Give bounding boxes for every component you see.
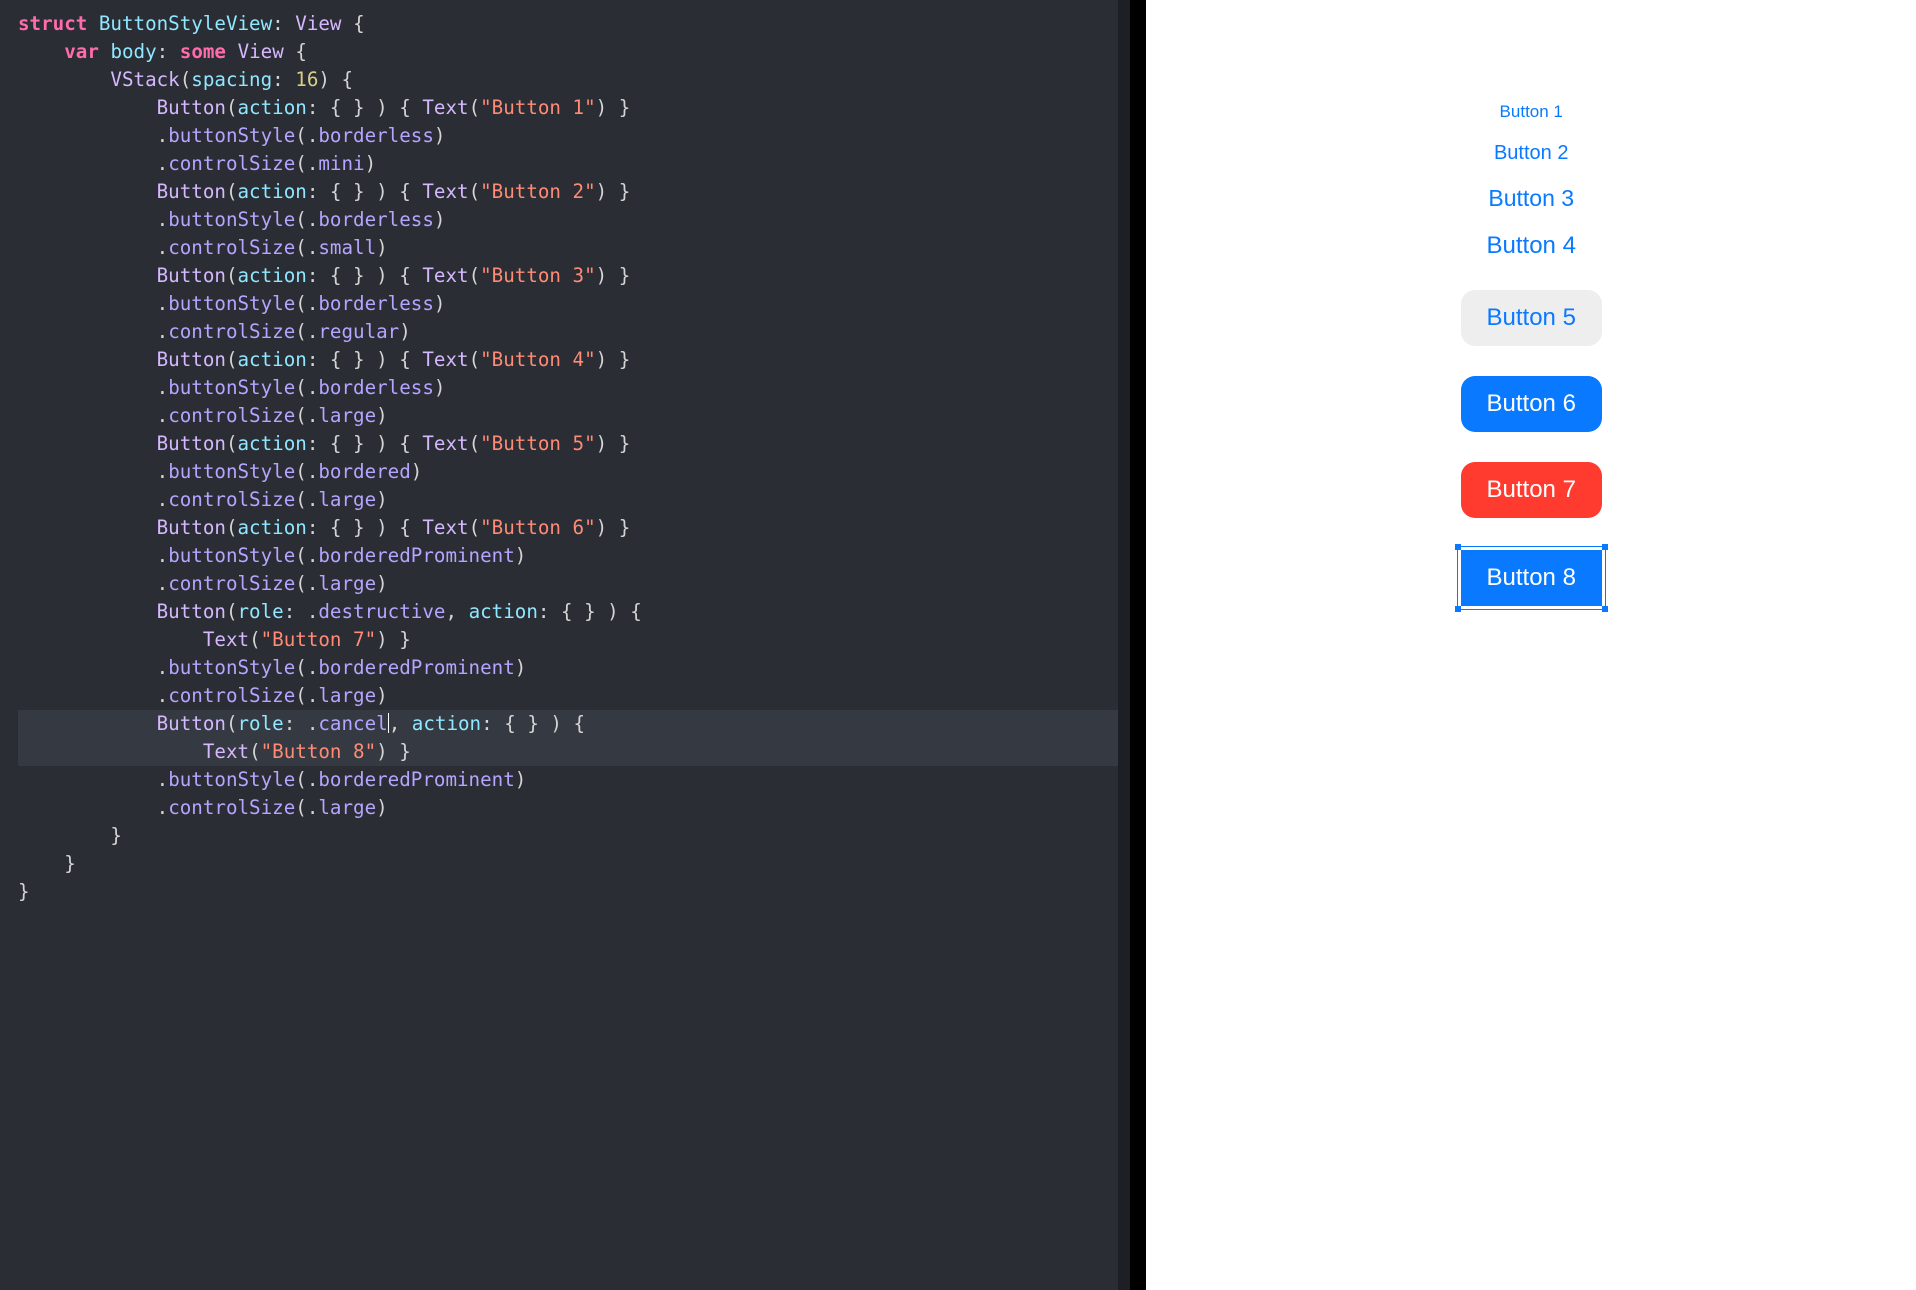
button-7[interactable]: Button 7 bbox=[1461, 462, 1602, 518]
button-8[interactable]: Button 8 bbox=[1461, 550, 1602, 606]
preview-vstack: Button 1 Button 2 Button 3 Button 4 Butt… bbox=[1461, 100, 1602, 606]
button-8-label: Button 8 bbox=[1487, 564, 1576, 591]
code-text: struct ButtonStyleView: View { var body:… bbox=[0, 0, 1130, 906]
code-editor-pane[interactable]: struct ButtonStyleView: View { var body:… bbox=[0, 0, 1130, 1290]
selection-handle-icon bbox=[1602, 606, 1608, 612]
selection-handle-icon bbox=[1455, 606, 1461, 612]
selection-handle-icon bbox=[1455, 544, 1461, 550]
pane-divider[interactable] bbox=[1130, 0, 1146, 1290]
button-3[interactable]: Button 3 bbox=[1482, 183, 1580, 214]
button-5[interactable]: Button 5 bbox=[1461, 290, 1602, 346]
button-1[interactable]: Button 1 bbox=[1494, 100, 1569, 124]
editor-scrollbar[interactable] bbox=[1118, 0, 1130, 1290]
preview-canvas: Button 1 Button 2 Button 3 Button 4 Butt… bbox=[1146, 0, 1916, 1290]
button-2[interactable]: Button 2 bbox=[1488, 140, 1575, 167]
button-4[interactable]: Button 4 bbox=[1481, 230, 1582, 262]
button-6[interactable]: Button 6 bbox=[1461, 376, 1602, 432]
selection-handle-icon bbox=[1602, 544, 1608, 550]
